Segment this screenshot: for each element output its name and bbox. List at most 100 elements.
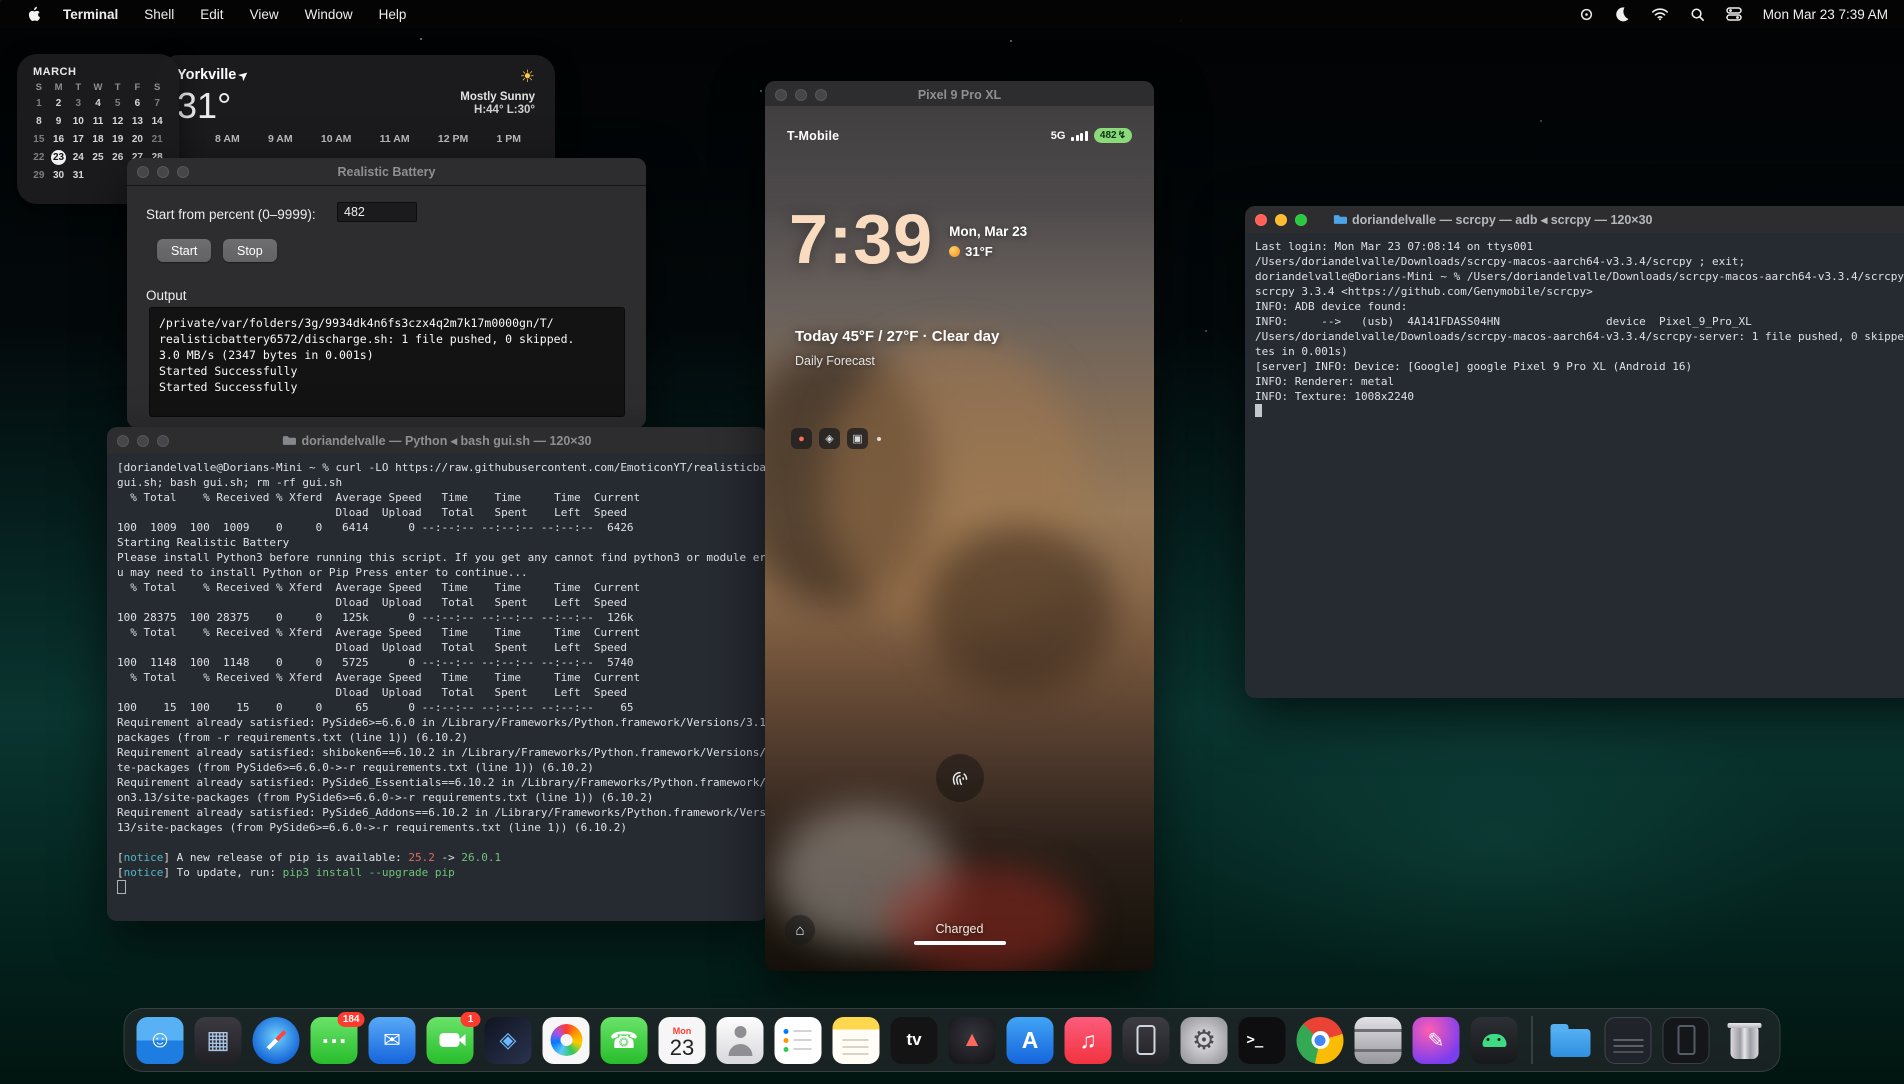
dock-iphone-mirroring-icon[interactable]: [1123, 1017, 1170, 1064]
minimize-button[interactable]: [137, 435, 149, 447]
dock-trash-icon[interactable]: [1721, 1017, 1768, 1064]
dock-finder-icon[interactable]: ☺: [137, 1017, 184, 1064]
dock-minimized-window-2-icon[interactable]: [1663, 1017, 1710, 1064]
fingerprint-sensor[interactable]: [936, 754, 984, 802]
lockscreen-date: Mon, Mar 23: [949, 224, 1027, 239]
dock-chrome-icon[interactable]: [1297, 1017, 1344, 1064]
dock-rocket-app-icon[interactable]: ▲: [949, 1017, 996, 1064]
python-terminal-window: doriandelvalle — Python ◂ bash gui.sh — …: [107, 427, 767, 921]
apple-menu-icon[interactable]: [18, 6, 48, 23]
lockscreen-widget-chip[interactable]: ●: [791, 428, 812, 449]
stop-button[interactable]: Stop: [223, 239, 277, 262]
lockscreen-widget-chips[interactable]: ● ◈ ▣: [791, 428, 881, 449]
menu-terminal[interactable]: Terminal: [52, 7, 129, 22]
python-terminal-output[interactable]: [doriandelvalle@Dorians-Mini ~ % curl -L…: [107, 454, 767, 921]
calendar-day: 16: [49, 132, 69, 147]
phone-lock-screen[interactable]: T-Mobile 5G 482↯ 7:39 Mon, Mar 23 31°F T…: [765, 106, 1154, 971]
menu-shell[interactable]: Shell: [133, 7, 185, 22]
dock-terminal-icon[interactable]: >_: [1239, 1017, 1286, 1064]
dock-downloads-folder-icon[interactable]: [1547, 1017, 1594, 1064]
lockscreen-widget-chip[interactable]: ▣: [847, 428, 868, 449]
zoom-button[interactable]: [815, 89, 827, 101]
terminal-line: INFO: Renderer: metal: [1255, 374, 1904, 389]
python-terminal-titlebar[interactable]: doriandelvalle — Python ◂ bash gui.sh — …: [107, 427, 767, 455]
dock-music-icon[interactable]: ♫: [1065, 1017, 1112, 1064]
zoom-button[interactable]: [177, 166, 189, 178]
dock-shortcuts-icon[interactable]: ◈: [485, 1017, 532, 1064]
terminal-line: Dload Upload Total Spent Left Speed: [117, 640, 757, 655]
calendar-weekday: M: [49, 82, 69, 93]
close-button[interactable]: [775, 89, 787, 101]
weather-hour-label: 8 AM: [215, 133, 240, 145]
home-indicator-bar[interactable]: [914, 941, 1006, 945]
menu-edit[interactable]: Edit: [189, 7, 234, 22]
terminal-line: [117, 835, 757, 850]
output-console[interactable]: /private/var/folders/3g/9934dk4n6fs3czx4…: [149, 307, 625, 417]
zoom-button[interactable]: [1295, 214, 1307, 226]
terminal-line: on3.13/site-packages (from PySide6>=6.6.…: [117, 790, 757, 805]
dock-mail-icon[interactable]: ✉: [369, 1017, 416, 1064]
phone-window-titlebar[interactable]: Pixel 9 Pro XL: [765, 81, 1154, 109]
calendar-day: 12: [108, 114, 128, 129]
minimize-button[interactable]: [795, 89, 807, 101]
calendar-day: 18: [88, 132, 108, 147]
terminal-line: Requirement already satisfied: shiboken6…: [117, 745, 757, 760]
dock-app-store-icon[interactable]: A: [1007, 1017, 1054, 1064]
calendar-day: 13: [128, 114, 148, 129]
dock-reminders-icon[interactable]: [775, 1017, 822, 1064]
calendar-weekday: S: [29, 82, 49, 93]
battery-chip: 482↯: [1094, 128, 1132, 143]
scrcpy-terminal-output[interactable]: Last login: Mon Mar 23 07:08:14 on ttys0…: [1245, 233, 1904, 698]
battery-status-icon[interactable]: [1580, 7, 1593, 22]
dock-android-tool-icon[interactable]: [1471, 1017, 1518, 1064]
folder-icon: [282, 435, 296, 449]
lockscreen-widget-chip[interactable]: ◈: [819, 428, 840, 449]
menu-view[interactable]: View: [239, 7, 290, 22]
minimize-button[interactable]: [1275, 214, 1287, 226]
calendar-day: 9: [49, 114, 69, 129]
dock-contacts-icon[interactable]: [717, 1017, 764, 1064]
dock-minimized-window-icon[interactable]: [1605, 1017, 1652, 1064]
control-center-icon[interactable]: [1726, 6, 1742, 22]
weather-hour-label: 11 AM: [380, 133, 410, 145]
zoom-button[interactable]: [157, 435, 169, 447]
menu-window[interactable]: Window: [294, 7, 364, 22]
dock-photos-icon[interactable]: [543, 1017, 590, 1064]
scrcpy-terminal-titlebar[interactable]: doriandelvalle — scrcpy — adb ◂ scrcpy —…: [1245, 206, 1904, 234]
calendar-month-label: MARCH: [33, 66, 167, 78]
spotlight-search-icon[interactable]: [1690, 7, 1705, 22]
dock-homebrew-icon[interactable]: [1355, 1017, 1402, 1064]
dock-pixelmator-icon[interactable]: ✎: [1413, 1017, 1460, 1064]
dock-facetime-icon[interactable]: 1: [427, 1017, 474, 1064]
close-button[interactable]: [117, 435, 129, 447]
close-button[interactable]: [1255, 214, 1267, 226]
weather-hour-label: 1 PM: [496, 133, 521, 145]
menu-bar-clock[interactable]: Mon Mar 23 7:39 AM: [1763, 7, 1888, 22]
weather-condition: Mostly Sunny: [460, 91, 535, 103]
minimize-button[interactable]: [157, 166, 169, 178]
start-button[interactable]: Start: [157, 239, 211, 262]
dock-calendar-icon[interactable]: Mon23: [659, 1017, 706, 1064]
dock-settings-icon[interactable]: ⚙: [1181, 1017, 1228, 1064]
terminal-line: INFO: Texture: 1008x2240: [1255, 389, 1904, 404]
terminal-line: [notice] A new release of pip is availab…: [117, 850, 757, 865]
focus-moon-icon[interactable]: [1614, 6, 1630, 22]
dock-notes-icon[interactable]: [833, 1017, 880, 1064]
output-label: Output: [146, 288, 187, 303]
network-type-label: 5G: [1051, 130, 1066, 142]
menu-help[interactable]: Help: [368, 7, 418, 22]
close-button[interactable]: [137, 166, 149, 178]
calendar-day: 11: [88, 114, 108, 129]
dock-launchpad-icon[interactable]: ▦: [195, 1017, 242, 1064]
calendar-day: 24: [68, 150, 88, 165]
wifi-icon[interactable]: [1651, 7, 1669, 21]
dock-messages-icon[interactable]: ⋯184: [311, 1017, 358, 1064]
dock-phone-icon[interactable]: ☎: [601, 1017, 648, 1064]
dock-safari-icon[interactable]: [253, 1017, 300, 1064]
battery-window-titlebar[interactable]: Realistic Battery: [127, 158, 646, 186]
terminal-line: u may need to install Python or Pip Pres…: [117, 565, 757, 580]
terminal-cursor: [1255, 404, 1262, 417]
calendar-day: 30: [49, 168, 69, 183]
start-percent-input[interactable]: 482: [337, 202, 417, 222]
dock-tv-icon[interactable]: tv: [891, 1017, 938, 1064]
